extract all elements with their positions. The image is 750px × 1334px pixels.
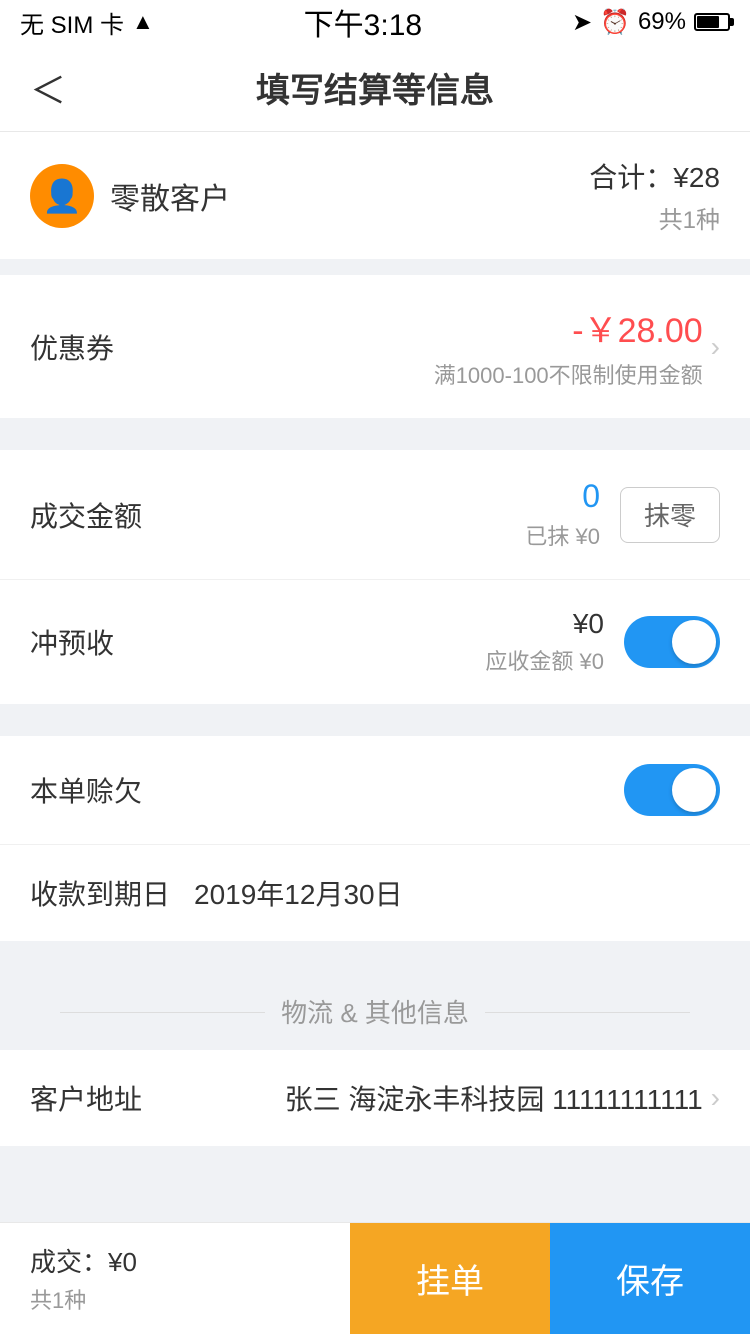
status-right: ➤ ⏰ 69% — [572, 8, 730, 37]
customer-left: 👤 零散客户 — [30, 164, 230, 228]
due-date-label: 收款到期日 — [30, 873, 170, 913]
customer-total: 合计：¥28 — [589, 156, 720, 196]
section-divider-1 — [0, 434, 750, 450]
time-display: 下午3:18 — [304, 0, 422, 44]
coupon-right: -￥28.00 满1000-100不限制使用金额 › — [434, 303, 720, 390]
prepay-subtext: 应收金额 ¥0 — [485, 644, 604, 676]
section-divider-2 — [0, 720, 750, 736]
alarm-icon: ⏰ — [600, 8, 630, 37]
section-divider-3 — [0, 957, 750, 973]
credit-toggle[interactable] — [624, 764, 720, 816]
due-date-value: 2019年12月30日 — [194, 873, 403, 913]
address-value: 张三 海淀永丰科技园 11111111111 — [162, 1078, 703, 1118]
prepay-value: ¥0 — [573, 608, 604, 640]
hang-order-button[interactable]: 挂单 — [350, 1223, 550, 1334]
customer-name: 零散客户 — [110, 174, 230, 218]
deal-value-area: 0 已抹 ¥0 — [525, 478, 600, 551]
credit-row: 本单赊欠 — [0, 736, 750, 844]
prepay-right: ¥0 应收金额 ¥0 — [485, 608, 720, 676]
deal-right: 0 已抹 ¥0 抹零 — [525, 478, 720, 551]
save-button[interactable]: 保存 — [550, 1223, 750, 1334]
deal-amount-value: 0 — [582, 478, 600, 515]
bottom-deal-label: 成交： — [30, 1247, 108, 1277]
coupon-section[interactable]: 优惠券 -￥28.00 满1000-100不限制使用金额 › — [0, 275, 750, 418]
coupon-value-area: -￥28.00 满1000-100不限制使用金额 — [434, 303, 703, 390]
battery-percent: 69% — [638, 8, 686, 36]
logistics-divider: 物流 & 其他信息 — [0, 973, 750, 1050]
credit-section: 本单赊欠 收款到期日 2019年12月30日 — [0, 736, 750, 941]
round-zero-button[interactable]: 抹零 — [620, 487, 720, 543]
address-section[interactable]: 客户地址 张三 海淀永丰科技园 11111111111 › — [0, 1050, 750, 1146]
credit-label: 本单赊欠 — [30, 770, 142, 810]
deal-subtracted: 已抹 ¥0 — [525, 519, 600, 551]
credit-toggle-thumb — [672, 768, 716, 812]
status-left: 无 SIM 卡 ▲ — [20, 5, 154, 40]
status-bar: 无 SIM 卡 ▲ 下午3:18 ➤ ⏰ 69% — [0, 0, 750, 44]
customer-count: 共1种 — [589, 200, 720, 235]
address-chevron-icon: › — [711, 1082, 720, 1114]
coupon-discount: -￥28.00 — [572, 303, 702, 352]
avatar: 👤 — [30, 164, 94, 228]
bottom-summary: 成交：¥0 共1种 — [0, 1242, 350, 1315]
coupon-subtext: 满1000-100不限制使用金额 — [434, 358, 703, 390]
bottom-count: 共1种 — [30, 1283, 320, 1315]
prepay-label: 冲预收 — [30, 622, 114, 662]
deal-amount-section: 成交金额 0 已抹 ¥0 抹零 冲预收 ¥0 应收金额 ¥0 — [0, 450, 750, 704]
location-icon: ➤ — [572, 8, 592, 37]
prepay-amounts: ¥0 应收金额 ¥0 — [485, 608, 604, 676]
customer-section: 👤 零散客户 合计：¥28 共1种 — [0, 132, 750, 259]
wifi-icon: ▲ — [132, 9, 154, 35]
battery-icon — [694, 13, 730, 31]
deal-amount-label: 成交金额 — [30, 495, 142, 535]
nav-bar: ＜ 填写结算等信息 — [0, 44, 750, 132]
main-content: 👤 零散客户 合计：¥28 共1种 优惠券 -￥28.00 满1000-100不… — [0, 132, 750, 1282]
due-date-row: 收款到期日 2019年12月30日 — [0, 844, 750, 941]
deal-amount-row: 成交金额 0 已抹 ¥0 抹零 — [0, 450, 750, 580]
bottom-deal-text: 成交：¥0 — [30, 1242, 320, 1279]
toggle-thumb — [672, 620, 716, 664]
coupon-label: 优惠券 — [30, 327, 114, 367]
bottom-bar: 成交：¥0 共1种 挂单 保存 — [0, 1222, 750, 1334]
address-row[interactable]: 客户地址 张三 海淀永丰科技园 11111111111 › — [0, 1050, 750, 1146]
back-button[interactable]: ＜ — [30, 62, 66, 114]
coupon-row[interactable]: 优惠券 -￥28.00 满1000-100不限制使用金额 › — [0, 275, 750, 418]
avatar-icon: 👤 — [42, 177, 82, 215]
customer-right: 合计：¥28 共1种 — [589, 156, 720, 235]
page-title: 填写结算等信息 — [256, 63, 494, 112]
chevron-right-icon: › — [711, 331, 720, 363]
prepay-toggle[interactable] — [624, 616, 720, 668]
logistics-text: 物流 & 其他信息 — [265, 993, 485, 1030]
bottom-deal-value: ¥0 — [108, 1247, 137, 1277]
prepay-row: 冲预收 ¥0 应收金额 ¥0 — [0, 580, 750, 704]
address-label: 客户地址 — [30, 1078, 142, 1118]
carrier-text: 无 SIM 卡 — [20, 5, 124, 40]
